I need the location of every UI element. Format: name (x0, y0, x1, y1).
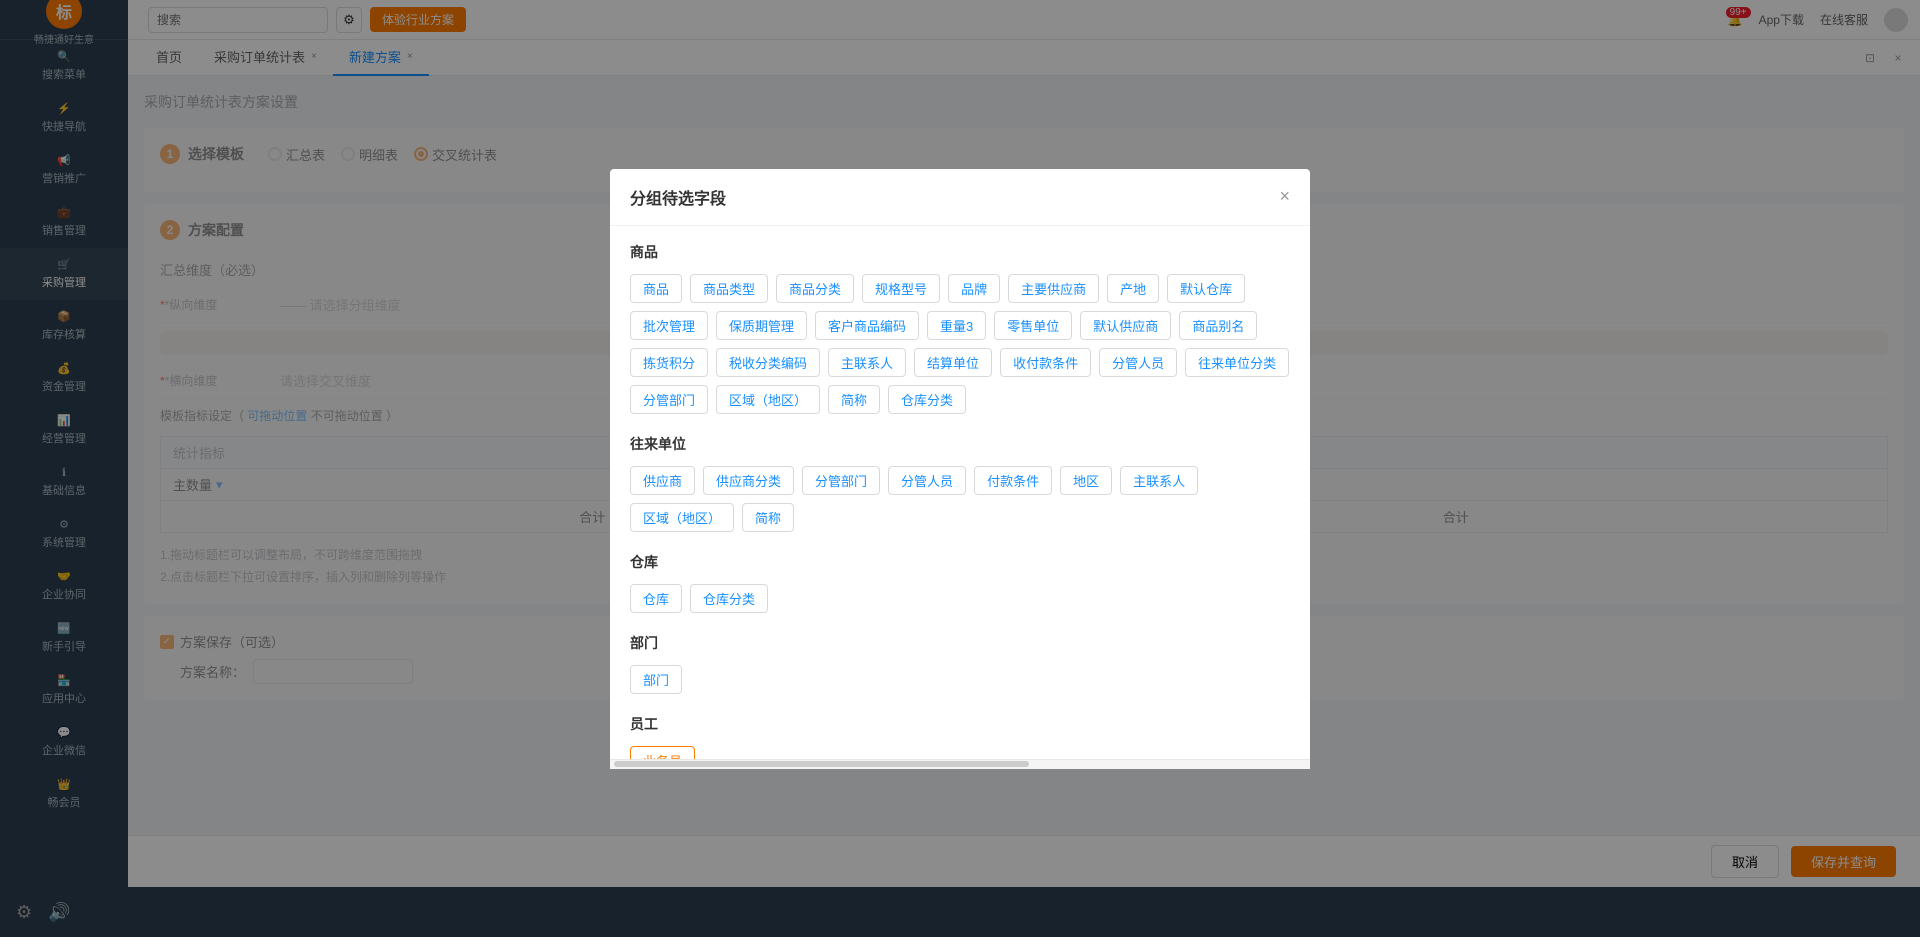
warehouse-section-title: 仓库 (630, 552, 1290, 572)
modal-title: 分组待选字段 (630, 185, 726, 209)
field-partner-contact[interactable]: 主联系人 (1120, 466, 1198, 495)
field-tag-brand[interactable]: 品牌 (948, 274, 1000, 303)
employee-section-title: 员工 (630, 714, 1290, 734)
field-partner-dept[interactable]: 分管部门 (802, 466, 880, 495)
field-tag-pick-score[interactable]: 拣货积分 (630, 348, 708, 377)
modal-section-warehouse: 仓库 仓库 仓库分类 (630, 552, 1290, 613)
field-tag-goods-category[interactable]: 商品分类 (776, 274, 854, 303)
field-tag-batch[interactable]: 批次管理 (630, 311, 708, 340)
modal-close-button[interactable]: × (1279, 186, 1290, 207)
field-tag-expiry[interactable]: 保质期管理 (716, 311, 807, 340)
modal-body: 商品 商品 商品类型 商品分类 规格型号 品牌 主要供应商 产地 默认仓库 批次… (610, 226, 1310, 760)
field-tag-origin[interactable]: 产地 (1107, 274, 1159, 303)
field-tag-default-warehouse[interactable]: 默认仓库 (1167, 274, 1245, 303)
field-warehouse-cat[interactable]: 仓库分类 (690, 584, 768, 613)
dept-field-grid: 部门 (630, 665, 1290, 694)
field-tag-tax-code[interactable]: 税收分类编码 (716, 348, 820, 377)
field-tag-manager[interactable]: 分管人员 (1099, 348, 1177, 377)
field-tag-settle-unit[interactable]: 结算单位 (914, 348, 992, 377)
field-tag-main-contact[interactable]: 主联系人 (828, 348, 906, 377)
modal-section-partner: 往来单位 供应商 供应商分类 分管部门 分管人员 付款条件 地区 主联系人 区域… (630, 434, 1290, 532)
field-tag-region[interactable]: 区域（地区） (716, 385, 820, 414)
field-partner-payment[interactable]: 付款条件 (974, 466, 1052, 495)
field-tag-payment-terms[interactable]: 收付款条件 (1000, 348, 1091, 377)
field-supplier[interactable]: 供应商 (630, 466, 695, 495)
modal-section-goods: 商品 商品 商品类型 商品分类 规格型号 品牌 主要供应商 产地 默认仓库 批次… (630, 242, 1290, 414)
warehouse-field-grid: 仓库 仓库分类 (630, 584, 1290, 613)
field-dept[interactable]: 部门 (630, 665, 682, 694)
field-tag-weight[interactable]: 重量3 (927, 311, 986, 340)
dept-section-title: 部门 (630, 633, 1290, 653)
field-tag-main-supplier[interactable]: 主要供应商 (1008, 274, 1099, 303)
field-tag-default-supplier[interactable]: 默认供应商 (1080, 311, 1171, 340)
modal-section-dept: 部门 部门 (630, 633, 1290, 694)
field-tag-dept[interactable]: 分管部门 (630, 385, 708, 414)
field-partner-region[interactable]: 地区 (1060, 466, 1112, 495)
field-tag-retail-unit[interactable]: 零售单位 (994, 311, 1072, 340)
field-partner-shortname[interactable]: 简称 (742, 503, 794, 532)
field-tag-warehouse-category[interactable]: 仓库分类 (888, 385, 966, 414)
field-supplier-category[interactable]: 供应商分类 (703, 466, 794, 495)
modal-dialog: 分组待选字段 × 商品 商品 商品类型 商品分类 规格型号 品牌 主要供应商 产… (610, 169, 1310, 769)
field-warehouse[interactable]: 仓库 (630, 584, 682, 613)
goods-field-grid: 商品 商品类型 商品分类 规格型号 品牌 主要供应商 产地 默认仓库 批次管理 … (630, 274, 1290, 414)
field-salesperson[interactable]: 业务员 (630, 746, 695, 760)
field-tag-spec[interactable]: 规格型号 (862, 274, 940, 303)
goods-section-title: 商品 (630, 242, 1290, 262)
modal-section-employee: 员工 业务员 (630, 714, 1290, 760)
h-scroll-thumb (614, 761, 1029, 767)
field-tag-goods[interactable]: 商品 (630, 274, 682, 303)
employee-field-grid: 业务员 (630, 746, 1290, 760)
field-partner-area[interactable]: 区域（地区） (630, 503, 734, 532)
modal-h-scrollbar[interactable] (610, 759, 1310, 768)
field-partner-manager[interactable]: 分管人员 (888, 466, 966, 495)
field-tag-partner-category[interactable]: 往来单位分类 (1185, 348, 1289, 377)
partner-field-grid: 供应商 供应商分类 分管部门 分管人员 付款条件 地区 主联系人 区域（地区） … (630, 466, 1290, 532)
modal-header: 分组待选字段 × (610, 169, 1310, 226)
field-tag-goods-type[interactable]: 商品类型 (690, 274, 768, 303)
field-tag-short-name[interactable]: 简称 (828, 385, 880, 414)
field-tag-goods-alias[interactable]: 商品别名 (1179, 311, 1257, 340)
partner-section-title: 往来单位 (630, 434, 1290, 454)
field-tag-customer-code[interactable]: 客户商品编码 (815, 311, 919, 340)
modal-overlay: 分组待选字段 × 商品 商品 商品类型 商品分类 规格型号 品牌 主要供应商 产… (0, 0, 1920, 937)
